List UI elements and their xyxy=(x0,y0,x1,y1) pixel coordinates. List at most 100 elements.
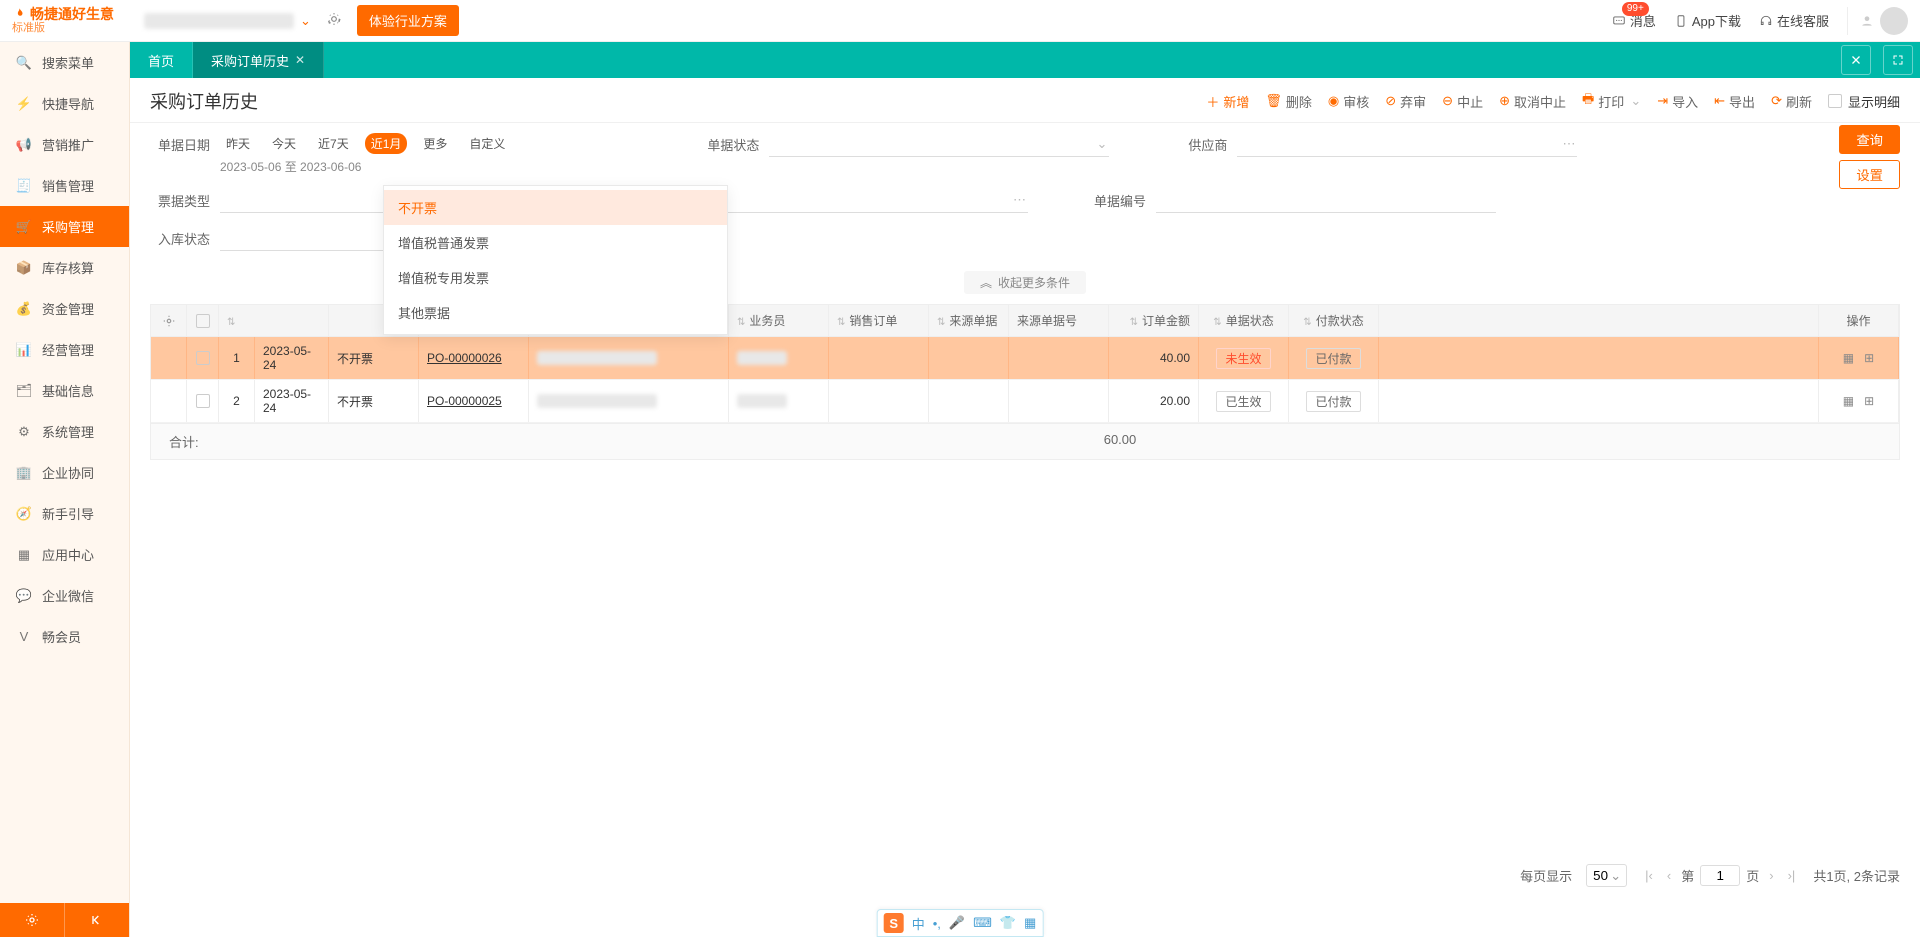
sidebar-item-label: 应用中心 xyxy=(42,545,94,564)
tab-0[interactable]: 首页 xyxy=(130,42,193,78)
select-all-checkbox[interactable] xyxy=(187,305,219,336)
sidebar-item-2[interactable]: 📢营销推广 xyxy=(0,124,129,165)
date-chip-0[interactable]: 昨天 xyxy=(220,133,256,154)
col-amount[interactable]: 订单金额 xyxy=(1109,305,1199,336)
status-input[interactable] xyxy=(769,133,1109,157)
col-source[interactable]: 来源单据 xyxy=(929,305,1009,336)
messages-link[interactable]: 99+ 消息 xyxy=(1612,11,1656,30)
app-download-link[interactable]: App下载 xyxy=(1674,11,1741,30)
pager-next[interactable]: › xyxy=(1765,868,1777,883)
dropdown-option-2[interactable]: 增值税专用发票 xyxy=(384,260,727,295)
col-source-no[interactable]: 来源单据号 xyxy=(1009,305,1109,336)
date-chip-5[interactable]: 自定义 xyxy=(463,133,511,154)
sidebar-item-4[interactable]: 🛒采购管理 xyxy=(0,206,129,247)
row-more-icon[interactable]: ⊞ xyxy=(1864,394,1874,408)
action-approve[interactable]: ◉审核 xyxy=(1328,92,1369,111)
goods-input[interactable] xyxy=(688,189,1028,213)
cell-source xyxy=(929,337,1009,379)
dropdown-option-1[interactable]: 增值税普通发票 xyxy=(384,225,727,260)
ime-punct-icon[interactable]: •, xyxy=(933,916,941,931)
pager-buttons: |‹ ‹ 第 页 › ›| xyxy=(1641,865,1799,886)
ime-skin-icon[interactable]: 👕 xyxy=(1000,915,1016,931)
col-sales-order[interactable]: 销售订单 xyxy=(829,305,929,336)
sidebar-item-3[interactable]: 🧾销售管理 xyxy=(0,165,129,206)
dropdown-option-0[interactable]: 不开票 xyxy=(384,190,727,225)
date-chip-3[interactable]: 近1月 xyxy=(365,133,408,154)
docno-input-wrapper[interactable] xyxy=(1156,189,1496,213)
ticket-type-dropdown[interactable]: 不开票增值税普通发票增值税专用发票其他票据 xyxy=(383,185,728,335)
col-operator[interactable]: 业务员 xyxy=(729,305,829,336)
goods-select[interactable]: ⋯ xyxy=(688,189,1028,213)
col-pay-state[interactable]: 付款状态 xyxy=(1289,305,1379,336)
cell-source xyxy=(929,380,1009,422)
supplier-select[interactable]: ⋯ xyxy=(1237,133,1577,157)
sidebar-item-13[interactable]: 💬企业微信 xyxy=(0,575,129,616)
pager-first[interactable]: |‹ xyxy=(1641,868,1657,883)
action-export[interactable]: ⇤导出 xyxy=(1714,92,1755,111)
row-view-icon[interactable]: ▦ xyxy=(1843,351,1854,365)
action-import[interactable]: ⇥导入 xyxy=(1657,92,1698,111)
ime-toolbox-icon[interactable]: ▦ xyxy=(1024,915,1036,931)
col-settings-button[interactable] xyxy=(151,305,187,336)
col-date[interactable] xyxy=(219,305,329,336)
action-print[interactable]: 🖶打印⌄ xyxy=(1582,90,1641,112)
row-more-icon[interactable]: ⊞ xyxy=(1864,351,1874,365)
sidebar-item-9[interactable]: ⚙系统管理 xyxy=(0,411,129,452)
online-service-link[interactable]: 在线客服 xyxy=(1759,11,1829,30)
sidebar-item-14[interactable]: V畅会员 xyxy=(0,616,129,657)
pager-page-input[interactable] xyxy=(1700,865,1740,886)
sidebar-item-12[interactable]: ▦应用中心 xyxy=(0,534,129,575)
sidebar-item-1[interactable]: ⚡快捷导航 xyxy=(0,83,129,124)
dropdown-option-3[interactable]: 其他票据 xyxy=(384,295,727,330)
sidebar-item-0[interactable]: 🔍搜索菜单 xyxy=(0,42,129,83)
tab-1[interactable]: 采购订单历史✕ xyxy=(193,42,324,78)
user-menu[interactable] xyxy=(1847,7,1908,35)
cell-po-link[interactable]: PO-00000026 xyxy=(419,337,529,379)
date-chip-2[interactable]: 近7天 xyxy=(312,133,355,154)
date-chip-4[interactable]: 更多 xyxy=(417,133,453,154)
ime-lang[interactable]: 中 xyxy=(912,914,925,933)
table-row[interactable]: 1 2023-05-24 不开票 PO-00000026 40.00 未生效 已… xyxy=(151,337,1899,380)
ime-keyboard-icon[interactable]: ⌨ xyxy=(973,915,992,931)
show-detail-toggle[interactable]: 显示明细 xyxy=(1828,92,1900,111)
sidebar-item-11[interactable]: 🧭新手引导 xyxy=(0,493,129,534)
action-stop[interactable]: ⊖中止 xyxy=(1442,92,1483,111)
sidebar-item-7[interactable]: 📊经营管理 xyxy=(0,329,129,370)
row-checkbox[interactable] xyxy=(187,380,219,422)
ime-mic-icon[interactable]: 🎤 xyxy=(949,915,965,931)
col-state[interactable]: 单据状态 xyxy=(1199,305,1289,336)
sidebar-item-10[interactable]: 🏢企业协同 xyxy=(0,452,129,493)
sidebar-item-5[interactable]: 📦库存核算 xyxy=(0,247,129,288)
sidebar-settings-button[interactable] xyxy=(0,903,64,937)
action-unstop[interactable]: ⊕取消中止 xyxy=(1499,92,1566,111)
sidebar-item-8[interactable]: 🗂基础信息 xyxy=(0,370,129,411)
action-new[interactable]: ＋新增 xyxy=(1206,92,1249,111)
cell-po-link[interactable]: PO-00000025 xyxy=(419,380,529,422)
tab-close-all-button[interactable] xyxy=(1841,45,1871,75)
sidebar-icon: 🏢 xyxy=(16,465,32,481)
query-button[interactable]: 查询 xyxy=(1839,125,1900,154)
filter-settings-button[interactable]: 设置 xyxy=(1839,160,1900,189)
sidebar-item-6[interactable]: 💰资金管理 xyxy=(0,288,129,329)
settings-gear-button[interactable] xyxy=(323,8,345,33)
supplier-input[interactable] xyxy=(1237,133,1577,157)
pager-last[interactable]: ›| xyxy=(1784,868,1800,883)
fullscreen-button[interactable] xyxy=(1883,45,1913,75)
org-selector[interactable]: ⌄ xyxy=(144,13,311,29)
pager-prev[interactable]: ‹ xyxy=(1663,868,1675,883)
trial-button[interactable]: 体验行业方案 xyxy=(357,5,459,36)
action-refresh[interactable]: ⟳刷新 xyxy=(1771,92,1812,111)
action-delete[interactable]: 🗑删除 xyxy=(1265,92,1312,111)
row-view-icon[interactable]: ▦ xyxy=(1843,394,1854,408)
sidebar-collapse-button[interactable] xyxy=(65,903,129,937)
filter-date-label: 单据日期 xyxy=(150,133,210,154)
ime-toolbar[interactable]: S 中 •, 🎤 ⌨ 👕 ▦ xyxy=(877,909,1044,937)
row-checkbox[interactable] xyxy=(187,337,219,379)
action-abandon[interactable]: ⊘弃审 xyxy=(1385,92,1426,111)
docno-input[interactable] xyxy=(1156,189,1496,213)
status-select[interactable]: ⌄ xyxy=(769,133,1109,157)
date-chip-1[interactable]: 今天 xyxy=(266,133,302,154)
per-page-select[interactable]: 50 xyxy=(1586,864,1627,887)
table-row[interactable]: 2 2023-05-24 不开票 PO-00000025 20.00 已生效 已… xyxy=(151,380,1899,423)
close-icon[interactable]: ✕ xyxy=(295,53,305,67)
